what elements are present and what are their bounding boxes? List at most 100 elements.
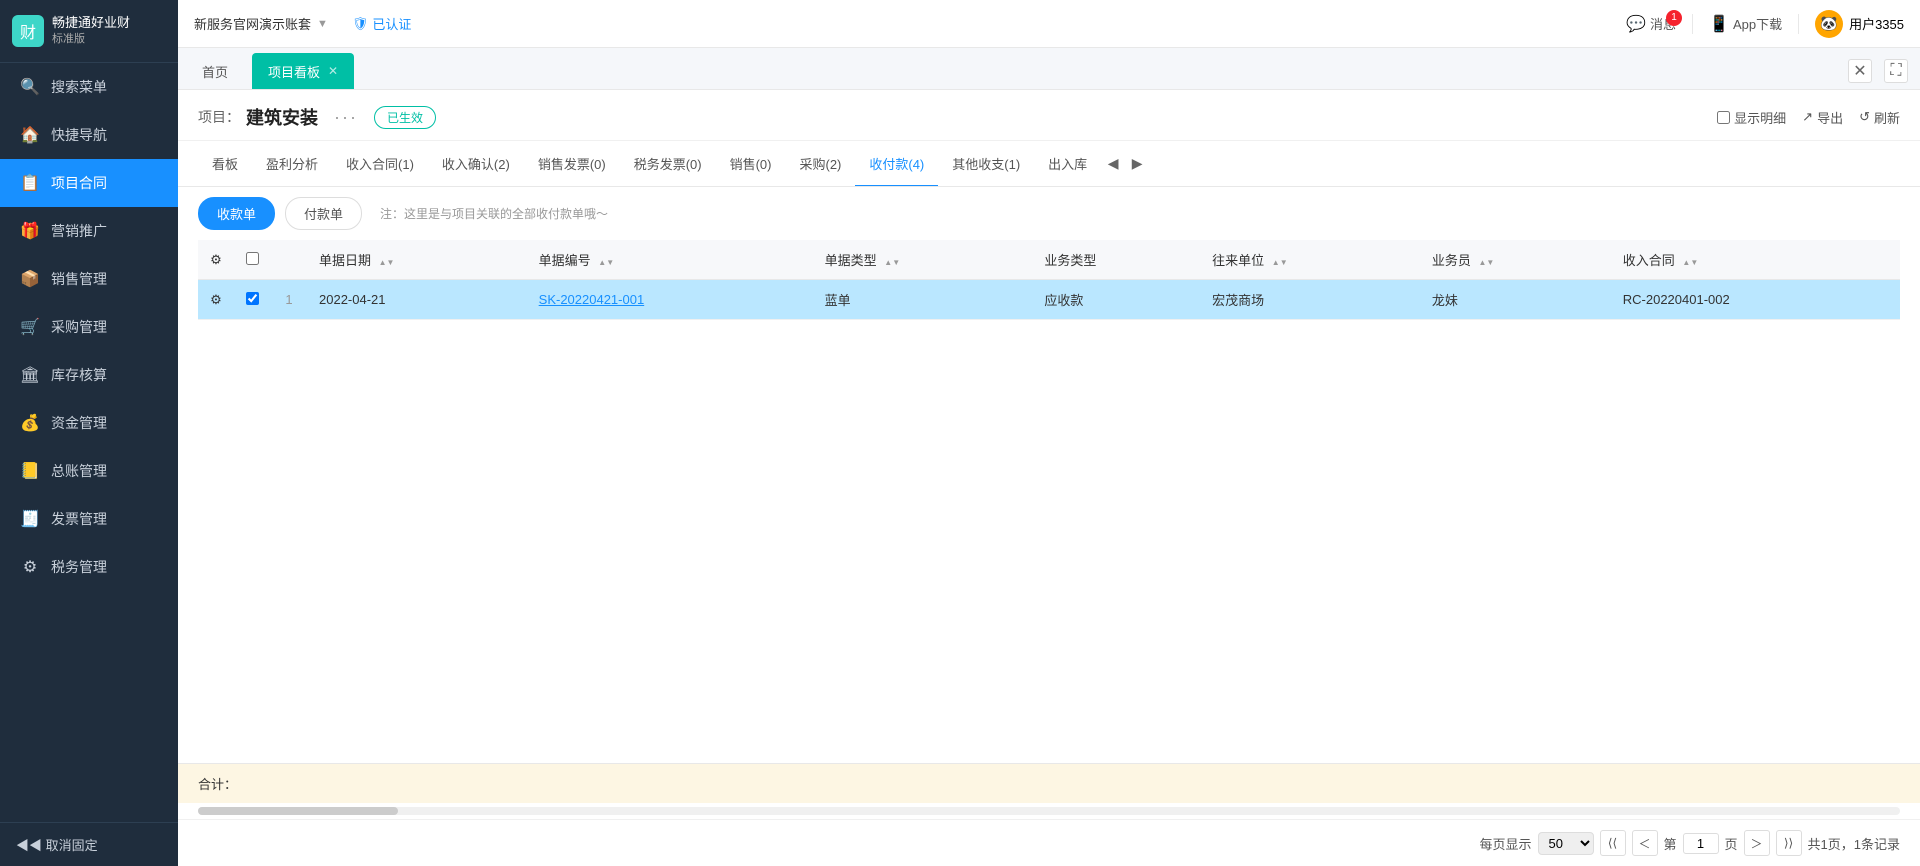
th-biz-type: 业务类型: [1032, 240, 1200, 280]
th-type[interactable]: 单据类型 ▲▼: [813, 240, 1033, 280]
account-selector[interactable]: 新服务官网演示账套 ▼: [194, 14, 328, 33]
app-download-label: App下载: [1733, 14, 1782, 33]
row-checkbox[interactable]: [246, 292, 259, 305]
message-badge: 1: [1666, 10, 1682, 26]
sidebar-item-contract[interactable]: 📋 项目合同: [0, 159, 178, 207]
sidebar-item-tax[interactable]: ⚙ 税务管理: [0, 543, 178, 591]
sidebar: 财 畅捷通好业财 标准版 🔍 搜索菜单 🏠 快捷导航 📋 项目合同 🎁 营销推广…: [0, 0, 178, 866]
total-info: 共1页，1条记录: [1808, 834, 1900, 853]
sidebar-item-purchase[interactable]: 🛒 采购管理: [0, 303, 178, 351]
payment-filter-button[interactable]: 付款单: [285, 197, 362, 230]
page-size-select[interactable]: 50 100 200: [1538, 832, 1594, 855]
search-icon: 🔍: [19, 76, 41, 98]
sidebar-item-finance[interactable]: 💰 资金管理: [0, 399, 178, 447]
gift-icon: 🎁: [19, 220, 41, 242]
export-button[interactable]: ↗ 导出: [1802, 108, 1843, 127]
sub-tab-other-income[interactable]: 其他收支(1): [938, 142, 1034, 187]
sub-tab-sales-invoice[interactable]: 销售发票(0): [524, 142, 620, 187]
sub-tab-purchase[interactable]: 采购(2): [785, 142, 855, 187]
sort-icons: ▲▼: [884, 258, 900, 267]
table-wrap: ⚙ 单据日期 ▲▼ 单据编号 ▲▼: [178, 240, 1920, 763]
sub-nav-prev[interactable]: ◀: [1101, 152, 1125, 176]
sub-tab-profit[interactable]: 盈利分析: [252, 142, 332, 187]
th-income-contract[interactable]: 收入合同 ▲▼: [1611, 240, 1900, 280]
sub-nav-next[interactable]: ▶: [1125, 152, 1149, 176]
unpin-button[interactable]: ◀◀ 取消固定: [0, 822, 178, 866]
header-left: 新服务官网演示账套 ▼ 🛡 已认证: [194, 14, 1626, 33]
th-salesperson[interactable]: 业务员 ▲▼: [1420, 240, 1611, 280]
project-header-actions: 显示明细 ↗ 导出 ↺ 刷新: [1717, 108, 1900, 127]
td-checkbox[interactable]: [234, 280, 271, 320]
sidebar-item-inventory[interactable]: 🏛 库存核算: [0, 351, 178, 399]
sidebar-item-search[interactable]: 🔍 搜索菜单: [0, 63, 178, 111]
sub-tab-tax-invoice[interactable]: 税务发票(0): [620, 142, 716, 187]
filter-hint: 注：这里是与项目关联的全部收付款单哦～: [380, 205, 608, 222]
project-label: 项目：: [198, 107, 240, 127]
refresh-button[interactable]: ↺ 刷新: [1859, 108, 1900, 127]
sidebar-item-shortcut[interactable]: 🏠 快捷导航: [0, 111, 178, 159]
shield-icon: 🛡: [352, 16, 369, 32]
ledger-icon: 📒: [19, 460, 41, 482]
th-date[interactable]: 单据日期 ▲▼: [307, 240, 527, 280]
content-area: 项目： 建筑安装 ··· 已生效 显示明细 ↗ 导出 ↺ 刷新: [178, 90, 1920, 866]
th-no: [271, 240, 307, 280]
show-detail-checkbox[interactable]: 显示明细: [1717, 108, 1786, 127]
message-icon: 💬: [1626, 14, 1646, 34]
page-input[interactable]: [1683, 833, 1719, 854]
sub-tab-sales[interactable]: 销售(0): [716, 142, 786, 187]
tab-project-board[interactable]: 项目看板 ✕: [252, 53, 354, 89]
tab-close-icon[interactable]: ✕: [328, 64, 338, 78]
sidebar-item-label: 采购管理: [51, 317, 107, 337]
sidebar-item-sales[interactable]: 📦 销售管理: [0, 255, 178, 303]
purchase-icon: 🛒: [19, 316, 41, 338]
tab-bar: 首页 项目看板 ✕ ✕ ⛶: [178, 48, 1920, 90]
show-detail-label: 显示明细: [1734, 108, 1786, 127]
sub-tab-income-confirm[interactable]: 收入确认(2): [428, 142, 524, 187]
user-info[interactable]: 🐼 用户3355: [1815, 10, 1904, 38]
th-partner[interactable]: 往来单位 ▲▼: [1200, 240, 1420, 280]
sub-tab-warehouse[interactable]: 出入库: [1034, 142, 1101, 187]
refresh-label: 刷新: [1874, 108, 1900, 127]
th-settings[interactable]: ⚙: [198, 240, 234, 280]
sub-tab-income-contract[interactable]: 收入合同(1): [332, 142, 428, 187]
phone-icon: 📱: [1709, 14, 1729, 34]
th-checkbox: [234, 240, 271, 280]
sub-tab-payment[interactable]: 收付款(4): [855, 142, 938, 187]
scrollbar-thumb[interactable]: [198, 807, 398, 815]
td-type: 蓝单: [813, 280, 1033, 320]
horizontal-scrollbar[interactable]: [198, 807, 1900, 815]
main-area: 新服务官网演示账套 ▼ 🛡 已认证 💬 消息 1 📱 App下载 🐼 用: [178, 0, 1920, 866]
message-button[interactable]: 💬 消息 1: [1626, 14, 1676, 34]
app-download-button[interactable]: 📱 App下载: [1709, 14, 1782, 34]
td-code[interactable]: SK-20220421-001: [527, 280, 813, 320]
tab-home[interactable]: 首页: [186, 53, 244, 89]
sidebar-item-ledger[interactable]: 📒 总账管理: [0, 447, 178, 495]
verified-text: 已认证: [372, 14, 411, 33]
collection-filter-button[interactable]: 收款单: [198, 197, 275, 230]
maximize-window-button[interactable]: ⛶: [1884, 59, 1908, 83]
table-header-row: ⚙ 单据日期 ▲▼ 单据编号 ▲▼: [198, 240, 1900, 280]
prev-page-button[interactable]: ＜: [1632, 830, 1658, 856]
sales-icon: 📦: [19, 268, 41, 290]
invoice-icon: 🧾: [19, 508, 41, 530]
more-options-button[interactable]: ···: [334, 107, 358, 128]
sort-icons: ▲▼: [1478, 258, 1494, 267]
th-code[interactable]: 单据编号 ▲▼: [527, 240, 813, 280]
sidebar-item-invoice[interactable]: 🧾 发票管理: [0, 495, 178, 543]
next-page-button[interactable]: ＞: [1744, 830, 1770, 856]
close-window-button[interactable]: ✕: [1848, 59, 1872, 83]
divider: [1692, 14, 1693, 34]
select-all-checkbox[interactable]: [246, 252, 259, 265]
last-page-button[interactable]: ⟩⟩: [1776, 830, 1802, 856]
tab-project-board-label: 项目看板: [268, 62, 320, 81]
page-size-label: 每页显示: [1479, 834, 1531, 853]
sidebar-item-label: 发票管理: [51, 509, 107, 529]
table-row[interactable]: ⚙ 1 2022-04-21 SK-20220421-001 蓝单 应收款 宏茂…: [198, 280, 1900, 320]
td-settings[interactable]: ⚙: [198, 280, 234, 320]
sub-tab-kanban[interactable]: 看板: [198, 142, 252, 187]
first-page-button[interactable]: ⟨⟨: [1600, 830, 1626, 856]
sidebar-item-label: 税务管理: [51, 557, 107, 577]
show-detail-input[interactable]: [1717, 111, 1730, 124]
sidebar-item-label: 快捷导航: [51, 125, 107, 145]
sidebar-item-marketing[interactable]: 🎁 营销推广: [0, 207, 178, 255]
